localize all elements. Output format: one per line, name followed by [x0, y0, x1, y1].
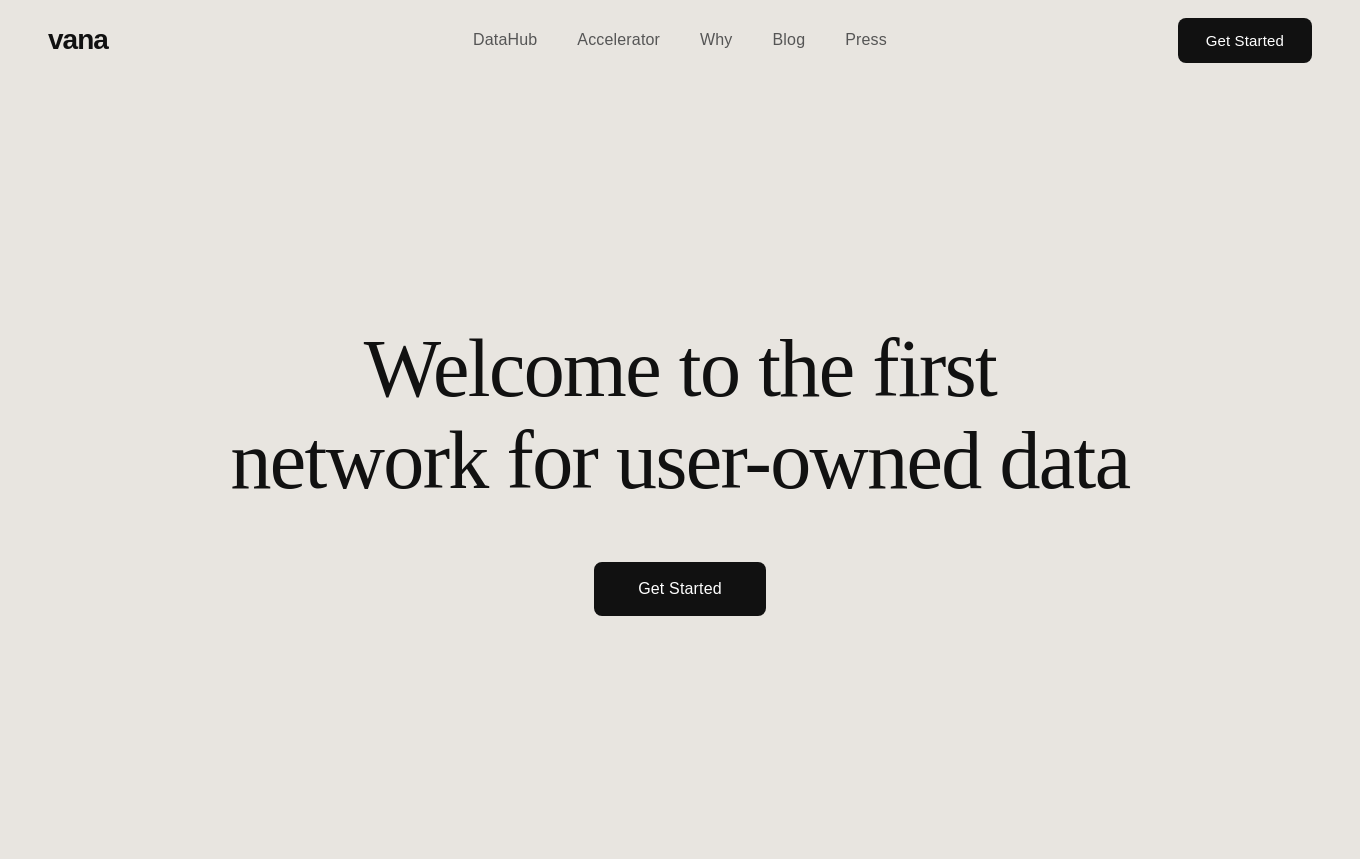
hero-title-line1: Welcome to the first: [364, 323, 996, 414]
logo[interactable]: vana: [48, 24, 108, 56]
nav-item-datahub: DataHub: [473, 31, 537, 49]
hero-section: Welcome to the first network for user-ow…: [0, 80, 1360, 859]
nav-get-started-button[interactable]: Get Started: [1178, 18, 1312, 63]
nav-link-accelerator[interactable]: Accelerator: [577, 31, 660, 48]
nav-link-why[interactable]: Why: [700, 31, 732, 48]
hero-title: Welcome to the first network for user-ow…: [230, 323, 1129, 507]
nav-item-why: Why: [700, 31, 732, 49]
hero-title-line2: network for user-owned data: [230, 415, 1129, 506]
nav-item-press: Press: [845, 31, 887, 49]
hero-get-started-button[interactable]: Get Started: [594, 562, 766, 616]
nav-item-accelerator: Accelerator: [577, 31, 660, 49]
nav-links: DataHub Accelerator Why Blog Press: [473, 31, 887, 49]
nav-item-blog: Blog: [773, 31, 806, 49]
navbar: vana DataHub Accelerator Why Blog Press …: [0, 0, 1360, 80]
nav-link-press[interactable]: Press: [845, 31, 887, 48]
nav-link-datahub[interactable]: DataHub: [473, 31, 537, 48]
nav-link-blog[interactable]: Blog: [773, 31, 806, 48]
